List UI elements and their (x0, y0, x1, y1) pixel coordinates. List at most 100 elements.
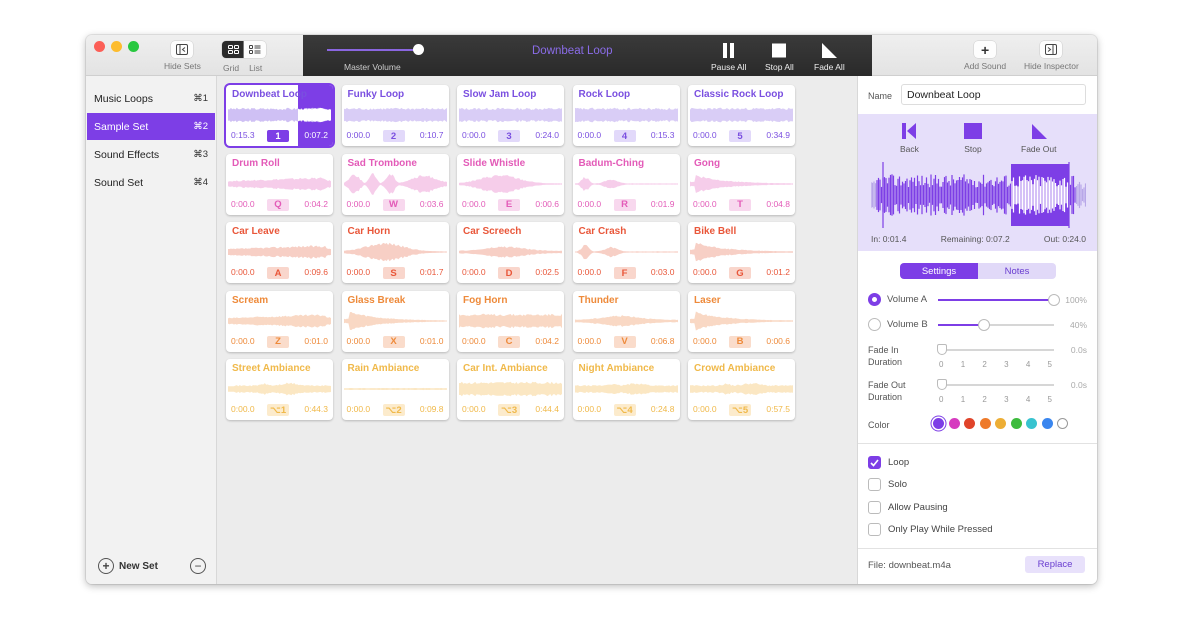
sound-card[interactable]: Car Screech 0:00.0 D 0:02.5 (457, 222, 564, 283)
sound-card[interactable]: Gong 0:00.0 T 0:04.8 (688, 153, 795, 215)
fade-out-button[interactable]: Fade Out (1021, 123, 1056, 154)
color-swatch[interactable] (964, 418, 975, 429)
fade-all-button[interactable]: Fade All (814, 43, 845, 72)
volume-a-label: Volume A (887, 294, 928, 305)
stop-button[interactable]: Stop (964, 123, 982, 154)
sound-name: Downbeat Loop (232, 89, 307, 100)
color-swatch[interactable] (1057, 418, 1068, 429)
sound-card[interactable]: Slide Whistle 0:00.0 E 0:00.6 (457, 153, 564, 215)
waveform (459, 107, 562, 123)
checkbox-only-play-while-pressed[interactable]: Only Play While Pressed (868, 522, 993, 536)
inspector-waveform[interactable] (871, 162, 1086, 228)
color-swatch[interactable] (933, 418, 944, 429)
close-window-button[interactable] (94, 41, 105, 52)
sidebar-item-sound-effects[interactable]: Sound Effects ⌘3 (87, 141, 215, 168)
sound-card[interactable]: Rock Loop 0:00.0 4 0:15.3 (572, 85, 680, 146)
sound-card[interactable]: Scream 0:00.0 Z 0:01.0 (226, 290, 333, 352)
color-swatch[interactable] (948, 418, 960, 429)
plus-circle-icon: + (98, 558, 114, 574)
volume-b-knob[interactable] (978, 319, 991, 331)
sound-card[interactable]: Glass Break 0:00.0 X 0:01.0 (341, 290, 449, 352)
color-swatch[interactable] (995, 418, 1006, 429)
sound-card[interactable]: Drum Roll 0:00.0 Q 0:04.2 (226, 153, 333, 215)
sidebar-item-music-loops[interactable]: Music Loops ⌘1 (87, 85, 215, 112)
checkbox-label: Solo (888, 479, 908, 491)
list-view-button[interactable] (244, 41, 266, 58)
sound-card[interactable]: Bike Bell 0:00.0 G 0:01.2 (688, 222, 795, 283)
tick-label: 4 (1025, 360, 1031, 369)
stop-all-button[interactable]: Stop All (765, 43, 794, 72)
sound-card[interactable]: Night Ambiance 0:00.0 ⌥4 0:24.8 (572, 359, 680, 420)
replace-button[interactable]: Replace (1025, 556, 1085, 573)
sound-card[interactable]: Thunder 0:00.0 V 0:06.8 (572, 290, 680, 352)
sound-card[interactable]: Street Ambiance 0:00.0 ⌥1 0:44.3 (226, 359, 333, 420)
sound-card[interactable]: Car Leave 0:00.0 A 0:09.6 (226, 222, 333, 283)
checkbox-solo[interactable]: Solo (868, 478, 908, 492)
color-swatch[interactable] (1041, 418, 1053, 429)
sound-card[interactable]: Car Horn 0:00.0 S 0:01.7 (341, 222, 449, 283)
volume-b-radio[interactable] (868, 318, 881, 331)
fade-in-slider[interactable] (938, 349, 1054, 351)
master-volume-knob[interactable] (413, 44, 424, 55)
zoom-window-button[interactable] (128, 41, 139, 52)
hotkey-badge: A (267, 267, 289, 279)
sound-card[interactable]: Car Int. Ambiance 0:00.0 ⌥3 0:44.4 (457, 359, 564, 420)
sound-card[interactable]: Laser 0:00.0 B 0:00.6 (688, 290, 795, 352)
back-icon (902, 123, 917, 139)
fade-in-label: Fade In Duration (868, 345, 903, 367)
tab-settings[interactable]: Settings (900, 263, 978, 279)
fade-in-knob[interactable] (937, 344, 947, 355)
minimize-window-button[interactable] (111, 41, 122, 52)
checkbox-allow-pausing[interactable]: Allow Pausing (868, 500, 948, 514)
sidebar-item-sound-set[interactable]: Sound Set ⌘4 (87, 169, 215, 196)
sound-card[interactable]: Badum-Ching 0:00.0 R 0:01.9 (572, 153, 680, 215)
pause-all-button[interactable]: Pause All (711, 43, 746, 72)
fade-icon (822, 43, 838, 58)
sound-card[interactable]: Downbeat Loop 0:15.3 1 0:07.2 (226, 85, 333, 146)
tab-notes[interactable]: Notes (978, 263, 1056, 279)
end-time: 0:03.0 (650, 267, 675, 277)
color-swatch[interactable] (979, 418, 991, 429)
volume-b-slider[interactable] (938, 319, 1054, 331)
sound-card[interactable]: Classic Rock Loop 0:00.0 5 0:34.9 (688, 85, 795, 146)
grid-view-button[interactable] (222, 41, 244, 58)
hide-sets-button[interactable]: Hide Sets (164, 41, 201, 71)
fade-all-label: Fade All (814, 62, 845, 72)
sound-name: Sad Trombone (347, 157, 417, 169)
checkbox[interactable] (868, 522, 881, 536)
add-sound-button[interactable]: + Add Sound (964, 41, 1006, 71)
name-field[interactable]: Downbeat Loop (901, 84, 1086, 105)
sound-card[interactable]: Funky Loop 0:00.0 2 0:10.7 (341, 85, 449, 146)
hotkey-badge: 1 (267, 130, 289, 142)
volume-a-slider[interactable] (938, 294, 1060, 306)
volume-a-fill (938, 299, 1054, 301)
end-time: 0:04.2 (304, 198, 328, 209)
new-set-button[interactable]: + New Set (98, 558, 158, 574)
sound-card[interactable]: Crowd Ambiance 0:00.0 ⌥5 0:57.5 (688, 359, 795, 420)
sound-card[interactable]: Sad Trombone 0:00.0 W 0:03.6 (341, 153, 449, 215)
color-swatch[interactable] (1026, 418, 1037, 429)
sound-name: Car Horn (347, 226, 391, 237)
checkbox[interactable] (868, 478, 881, 492)
fade-out-slider[interactable] (938, 384, 1054, 386)
hotkey-badge: ⌥2 (382, 404, 405, 416)
fade-out-knob[interactable] (937, 379, 947, 390)
start-time: 0:00.0 (346, 198, 371, 209)
inspector-panel: Name Downbeat Loop Back Stop Fade Out In… (857, 76, 1097, 584)
master-volume-slider[interactable] (327, 49, 417, 51)
color-swatch[interactable] (1010, 418, 1022, 429)
hotkey-badge: Q (267, 198, 289, 211)
sound-card[interactable]: Fog Horn 0:00.0 C 0:04.2 (457, 290, 564, 352)
sidebar-item-sample-set[interactable]: Sample Set ⌘2 (87, 113, 215, 140)
checkbox[interactable] (868, 500, 881, 514)
remove-set-button[interactable]: − (190, 558, 206, 574)
hide-inspector-button[interactable]: Hide Inspector (1024, 41, 1079, 71)
sound-card[interactable]: Slow Jam Loop 0:00.0 3 0:24.0 (457, 85, 564, 146)
sound-card[interactable]: Car Crash 0:00.0 F 0:03.0 (572, 222, 680, 283)
checkbox-loop[interactable]: Loop (868, 456, 909, 469)
checkbox[interactable] (868, 456, 881, 469)
sound-card[interactable]: Rain Ambiance 0:00.0 ⌥2 0:09.8 (341, 359, 449, 420)
volume-a-radio[interactable] (868, 293, 881, 306)
tick-label: 3 (1004, 360, 1009, 369)
back-button[interactable]: Back (900, 123, 919, 154)
